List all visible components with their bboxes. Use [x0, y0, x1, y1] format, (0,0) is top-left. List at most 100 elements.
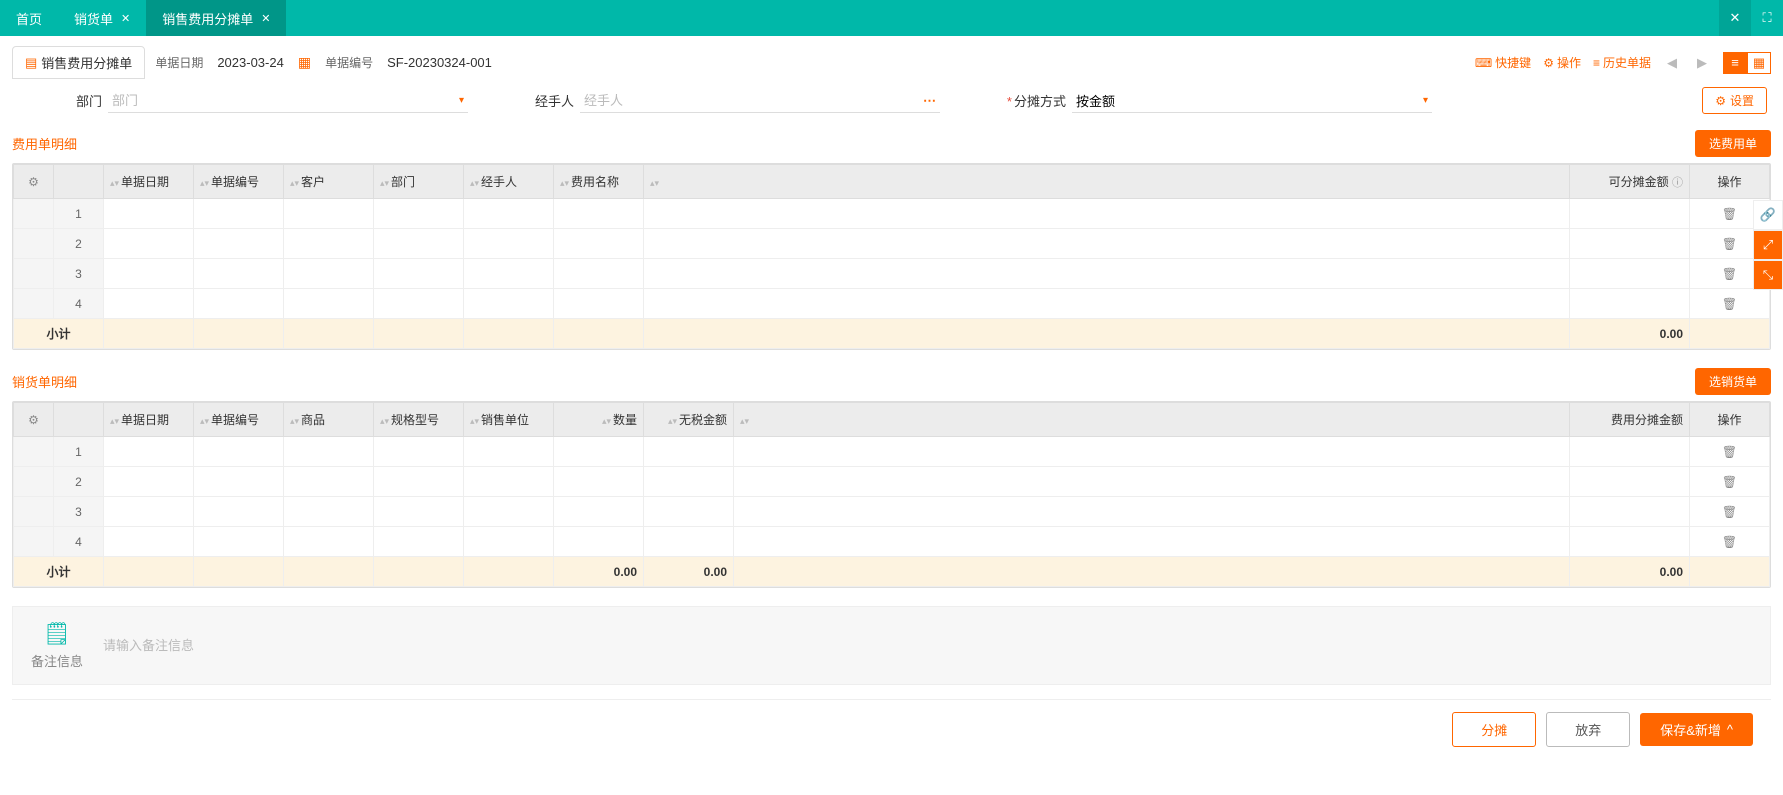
- sort-icon: ▴▾: [470, 179, 479, 187]
- expense-grid: ⚙ ▴▾单据日期 ▴▾单据编号 ▴▾客户 ▴▾部门 ▴▾经手人 ▴▾费用名称 ▴…: [12, 163, 1771, 350]
- trash-icon[interactable]: 🗑: [1722, 475, 1737, 489]
- subtotal-fee: 0.00: [1570, 557, 1690, 587]
- attachment-icon[interactable]: 🔗: [1753, 200, 1783, 230]
- col-unit[interactable]: ▴▾销售单位: [464, 403, 554, 437]
- col-cust[interactable]: ▴▾客户: [284, 165, 374, 199]
- view-list-icon[interactable]: ≡: [1723, 52, 1747, 74]
- trash-icon[interactable]: 🗑: [1722, 445, 1737, 459]
- col-no[interactable]: ▴▾单据编号: [194, 165, 284, 199]
- view-grid-icon[interactable]: ▦: [1747, 52, 1771, 74]
- top-tab-bar: 首页 销货单✕ 销售费用分摊单✕ ✕ ⛶: [0, 0, 1783, 36]
- col-feename[interactable]: ▴▾费用名称: [554, 165, 644, 199]
- discard-button[interactable]: 放弃: [1546, 712, 1630, 747]
- save-new-button[interactable]: 保存&新增^: [1640, 713, 1753, 746]
- tab-home[interactable]: 首页: [0, 0, 58, 36]
- col-date[interactable]: ▴▾单据日期: [104, 165, 194, 199]
- sort-icon: ▴▾: [602, 417, 611, 425]
- close-all-icon[interactable]: ✕: [1719, 0, 1751, 36]
- table-row[interactable]: 1🗑: [14, 437, 1770, 467]
- list-icon: ≡: [1593, 56, 1600, 70]
- col-qty[interactable]: ▴▾数量: [554, 403, 644, 437]
- config-column-header[interactable]: ⚙: [14, 165, 54, 199]
- col-product[interactable]: ▴▾商品: [284, 403, 374, 437]
- sort-icon: ▴▾: [290, 179, 299, 187]
- tab-sales-order[interactable]: 销货单✕: [58, 0, 146, 36]
- docno-value: SF-20230324-001: [387, 55, 492, 70]
- subtotal-amount: 0.00: [1570, 319, 1690, 349]
- history-link[interactable]: ≡历史单据: [1593, 54, 1651, 71]
- select-expense-button[interactable]: 选费用单: [1695, 130, 1771, 157]
- trash-icon[interactable]: 🗑: [1722, 505, 1737, 519]
- col-op: 操作: [1690, 165, 1770, 199]
- trash-icon[interactable]: 🗑: [1722, 237, 1737, 251]
- col-notax[interactable]: ▴▾无税金额: [644, 403, 734, 437]
- table-row[interactable]: 4🗑: [14, 289, 1770, 319]
- prev-arrow-icon[interactable]: ◀: [1663, 55, 1681, 71]
- method-select[interactable]: [1072, 89, 1432, 113]
- sort-icon: ▴▾: [668, 417, 677, 425]
- more-icon[interactable]: ⋯: [923, 93, 936, 109]
- table-row[interactable]: 2🗑: [14, 229, 1770, 259]
- trash-icon[interactable]: 🗑: [1722, 267, 1737, 281]
- sort-icon: ▴▾: [290, 417, 299, 425]
- col-op: 操作: [1690, 403, 1770, 437]
- trash-icon[interactable]: 🗑: [1722, 535, 1737, 549]
- col-blank[interactable]: ▴▾: [644, 165, 1570, 199]
- docno-label: 单据编号: [325, 54, 373, 71]
- sort-icon: ▴▾: [200, 179, 209, 187]
- table-row[interactable]: 1🗑: [14, 199, 1770, 229]
- trash-icon[interactable]: 🗑: [1722, 207, 1737, 221]
- keyboard-icon: ⌨: [1475, 56, 1492, 70]
- trash-icon[interactable]: 🗑: [1722, 297, 1737, 311]
- sort-icon: ▴▾: [740, 417, 749, 425]
- sort-icon: ▴▾: [380, 417, 389, 425]
- ops-link[interactable]: ⚙操作: [1543, 54, 1581, 71]
- document-icon: ▤: [25, 55, 37, 71]
- col-dept[interactable]: ▴▾部门: [374, 165, 464, 199]
- sort-icon: ▴▾: [110, 179, 119, 187]
- calendar-icon[interactable]: ▦: [298, 54, 311, 71]
- col-date[interactable]: ▴▾单据日期: [104, 403, 194, 437]
- expand2-icon[interactable]: ⤡: [1753, 260, 1783, 290]
- config-column-header[interactable]: ⚙: [14, 403, 54, 437]
- col-handler[interactable]: ▴▾经手人: [464, 165, 554, 199]
- doc-type-label: 销售费用分摊单: [41, 53, 132, 72]
- col-spec[interactable]: ▴▾规格型号: [374, 403, 464, 437]
- table-row[interactable]: 2🗑: [14, 467, 1770, 497]
- sort-icon: ▴▾: [380, 179, 389, 187]
- col-blank[interactable]: ▴▾: [734, 403, 1570, 437]
- side-rail: 🔗 ⤢ ⤡: [1753, 200, 1783, 290]
- sort-icon: ▴▾: [200, 417, 209, 425]
- subtotal-label: 小计: [14, 319, 104, 349]
- sales-grid: ⚙ ▴▾单据日期 ▴▾单据编号 ▴▾商品 ▴▾规格型号 ▴▾销售单位 ▴▾数量 …: [12, 401, 1771, 588]
- next-arrow-icon[interactable]: ▶: [1693, 55, 1711, 71]
- expand-icon[interactable]: ⤢: [1753, 230, 1783, 260]
- tab-sales-expense-alloc[interactable]: 销售费用分摊单✕: [146, 0, 286, 36]
- fullscreen-icon[interactable]: ⛶: [1751, 0, 1783, 36]
- sort-icon: ▴▾: [560, 179, 569, 187]
- remarks-input[interactable]: [103, 638, 1752, 653]
- gear-icon: ⚙: [28, 175, 39, 189]
- allocate-button[interactable]: 分摊: [1452, 712, 1536, 747]
- close-icon[interactable]: ✕: [121, 12, 130, 25]
- col-fee-alloc[interactable]: 费用分摊金额: [1570, 403, 1690, 437]
- settings-button[interactable]: ⚙设置: [1702, 87, 1767, 114]
- col-no[interactable]: ▴▾单据编号: [194, 403, 284, 437]
- date-value[interactable]: 2023-03-24: [217, 55, 284, 70]
- table-row[interactable]: 3🗑: [14, 497, 1770, 527]
- table-row[interactable]: 3🗑: [14, 259, 1770, 289]
- select-sales-button[interactable]: 选销货单: [1695, 368, 1771, 395]
- expense-section-title: 费用单明细: [12, 134, 77, 153]
- table-row[interactable]: 4🗑: [14, 527, 1770, 557]
- handler-input[interactable]: [580, 89, 940, 113]
- date-label: 单据日期: [155, 54, 203, 71]
- shortcut-link[interactable]: ⌨快捷键: [1475, 54, 1531, 71]
- form-filter-row: 部门 ▾ 经手人 ⋯ *分摊方式 ▾ ⚙设置: [12, 87, 1771, 114]
- col-alloc-amt[interactable]: 可分摊金额 ⓘ: [1570, 165, 1690, 199]
- rownum-header: [54, 165, 104, 199]
- sales-section-title: 销货单明细: [12, 372, 77, 391]
- doc-type-tab[interactable]: ▤ 销售费用分摊单: [12, 46, 145, 79]
- close-icon[interactable]: ✕: [261, 12, 270, 25]
- dept-select[interactable]: [108, 89, 468, 113]
- help-icon[interactable]: ⓘ: [1672, 177, 1683, 189]
